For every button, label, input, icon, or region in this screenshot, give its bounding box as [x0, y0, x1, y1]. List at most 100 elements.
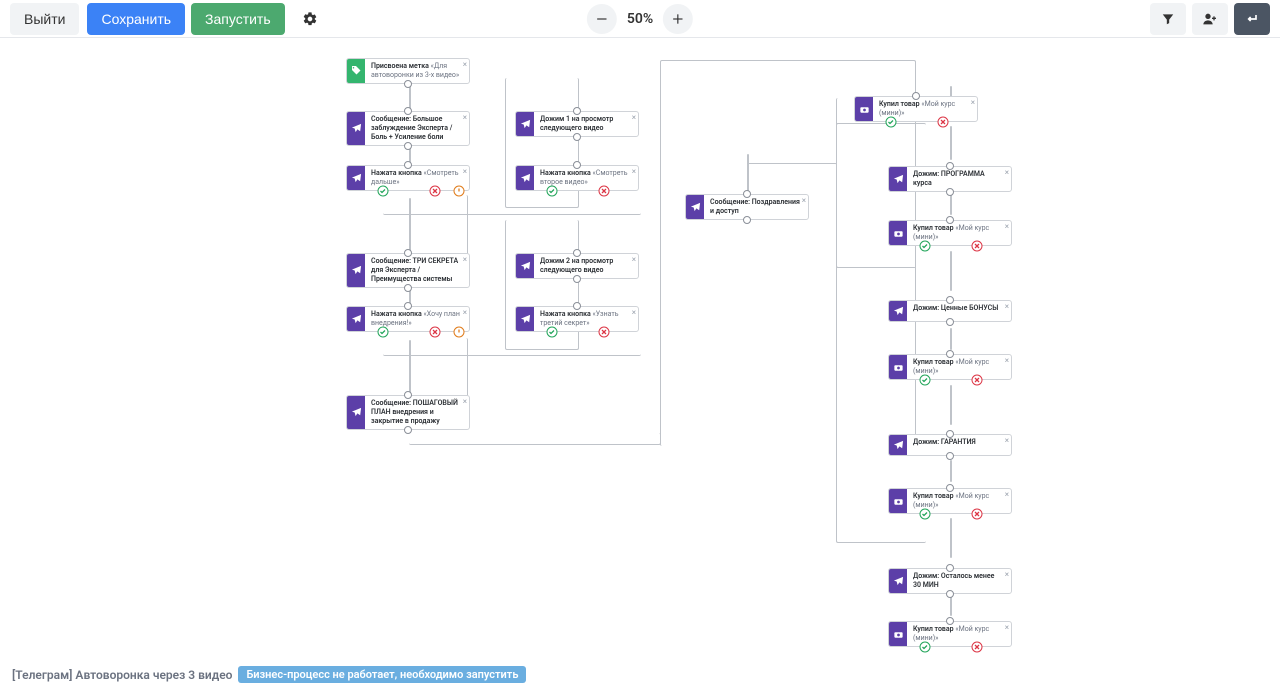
port-out[interactable] — [573, 133, 581, 141]
exit-button[interactable]: Выйти — [10, 3, 79, 35]
success-port[interactable] — [377, 185, 389, 197]
zoom-out-button[interactable] — [587, 4, 617, 34]
port-in[interactable] — [573, 302, 581, 310]
success-port[interactable] — [919, 508, 931, 520]
close-icon[interactable]: × — [1005, 490, 1009, 499]
node-followup-guarantee[interactable]: Дожим: ГАРАНТИЯ × — [888, 434, 1012, 456]
close-icon[interactable]: × — [463, 167, 467, 176]
success-port[interactable] — [546, 326, 558, 338]
close-icon[interactable]: × — [802, 196, 806, 205]
node-button-third-secret[interactable]: Нажата кнопка «Узнать третий секрет» × — [515, 306, 639, 332]
success-port[interactable] — [919, 240, 931, 252]
node-congrats[interactable]: Сообщение: Поздравления и доступ × — [685, 194, 809, 220]
port-in[interactable] — [404, 302, 412, 310]
node-bought-1[interactable]: Купил товар «Мой курс (мини)» × — [854, 96, 978, 122]
node-tag-assigned[interactable]: Присвоена метка «Для автоворонки из 3-х … — [346, 58, 470, 84]
close-icon[interactable]: × — [1005, 436, 1009, 445]
close-icon[interactable]: × — [632, 308, 636, 317]
port-in[interactable] — [743, 190, 751, 198]
close-icon[interactable]: × — [463, 60, 467, 69]
assign-user-button[interactable] — [1192, 3, 1228, 35]
port-in[interactable] — [912, 92, 920, 100]
warn-port[interactable] — [453, 326, 465, 338]
port-in[interactable] — [946, 564, 954, 572]
collapse-button[interactable] — [1234, 3, 1270, 35]
close-icon[interactable]: × — [1005, 222, 1009, 231]
fail-port[interactable] — [598, 326, 610, 338]
fail-port[interactable] — [598, 185, 610, 197]
port-out[interactable] — [573, 275, 581, 283]
node-button-watch-second[interactable]: Нажата кнопка «Смотреть второе видео» × — [515, 165, 639, 191]
port-out[interactable] — [404, 80, 412, 88]
node-button-want-plan[interactable]: Нажата кнопка «Хочу план внедрения!» × — [346, 306, 470, 332]
fail-port[interactable] — [971, 240, 983, 252]
port-out[interactable] — [404, 426, 412, 434]
close-icon[interactable]: × — [1005, 356, 1009, 365]
node-followup-2[interactable]: Дожим 2 на просмотр следующего видео × — [515, 253, 639, 279]
node-followup-program[interactable]: Дожим: ПРОГРАММА курса × — [888, 166, 1012, 192]
node-bought-2[interactable]: Купил товар «Мой курс (мини)» × — [888, 220, 1012, 246]
fail-port[interactable] — [971, 508, 983, 520]
close-icon[interactable]: × — [632, 255, 636, 264]
node-message-secrets[interactable]: Сообщение: ТРИ СЕКРЕТА для Эксперта / Пр… — [346, 253, 470, 288]
port-in[interactable] — [573, 161, 581, 169]
settings-button[interactable] — [295, 4, 325, 34]
node-followup-bonuses[interactable]: Дожим: Ценные БОНУСЫ × — [888, 300, 1012, 322]
port-in[interactable] — [946, 162, 954, 170]
port-in[interactable] — [573, 107, 581, 115]
warn-port[interactable] — [453, 185, 465, 197]
node-message-delusion[interactable]: Сообщение: Большое заблуждение Эксперта … — [346, 111, 470, 146]
close-icon[interactable]: × — [632, 113, 636, 122]
node-bought-4[interactable]: Купил товар «Мой курс (мини)» × — [888, 488, 1012, 514]
success-port[interactable] — [546, 185, 558, 197]
port-in[interactable] — [946, 430, 954, 438]
port-out[interactable] — [946, 452, 954, 460]
close-icon[interactable]: × — [632, 167, 636, 176]
canvas[interactable]: Присвоена метка «Для автоворонки из 3-х … — [0, 38, 1280, 691]
node-followup-30min[interactable]: Дожим: Осталось менее 30 МИН × — [888, 568, 1012, 594]
port-out[interactable] — [404, 142, 412, 150]
node-bought-5[interactable]: Купил товар «Мой курс (мини)» × — [888, 621, 1012, 647]
port-out[interactable] — [946, 318, 954, 326]
port-in[interactable] — [946, 216, 954, 224]
fail-port[interactable] — [971, 641, 983, 653]
node-message-plan[interactable]: Сообщение: ПОШАГОВЫЙ ПЛАН внедрения и за… — [346, 395, 470, 430]
port-in[interactable] — [946, 617, 954, 625]
success-port[interactable] — [885, 116, 897, 128]
close-icon[interactable]: × — [463, 113, 467, 122]
port-out[interactable] — [743, 216, 751, 224]
close-icon[interactable]: × — [1005, 302, 1009, 311]
filter-button[interactable] — [1150, 3, 1186, 35]
port-in[interactable] — [404, 107, 412, 115]
fail-port[interactable] — [429, 185, 441, 197]
fail-port[interactable] — [971, 374, 983, 386]
success-port[interactable] — [919, 374, 931, 386]
node-bought-3[interactable]: Купил товар «Мой курс (мини)» × — [888, 354, 1012, 380]
close-icon[interactable]: × — [463, 397, 467, 406]
fail-port[interactable] — [429, 326, 441, 338]
port-out[interactable] — [404, 284, 412, 292]
port-in[interactable] — [404, 391, 412, 399]
node-followup-1[interactable]: Дожим 1 на просмотр следующего видео × — [515, 111, 639, 137]
node-button-watch-more[interactable]: Нажата кнопка «Смотреть дальше» × — [346, 165, 470, 191]
zoom-in-button[interactable] — [663, 4, 693, 34]
close-icon[interactable]: × — [971, 98, 975, 107]
close-icon[interactable]: × — [463, 308, 467, 317]
port-in[interactable] — [946, 296, 954, 304]
port-out[interactable] — [946, 590, 954, 598]
port-in[interactable] — [946, 484, 954, 492]
success-port[interactable] — [377, 326, 389, 338]
run-button[interactable]: Запустить — [191, 3, 285, 35]
fail-port[interactable] — [937, 116, 949, 128]
close-icon[interactable]: × — [1005, 570, 1009, 579]
success-port[interactable] — [919, 641, 931, 653]
port-in[interactable] — [946, 350, 954, 358]
close-icon[interactable]: × — [463, 255, 467, 264]
save-button[interactable]: Сохранить — [87, 3, 185, 35]
port-in[interactable] — [573, 249, 581, 257]
port-in[interactable] — [404, 161, 412, 169]
port-out[interactable] — [946, 188, 954, 196]
port-in[interactable] — [404, 249, 412, 257]
close-icon[interactable]: × — [1005, 168, 1009, 177]
close-icon[interactable]: × — [1005, 623, 1009, 632]
